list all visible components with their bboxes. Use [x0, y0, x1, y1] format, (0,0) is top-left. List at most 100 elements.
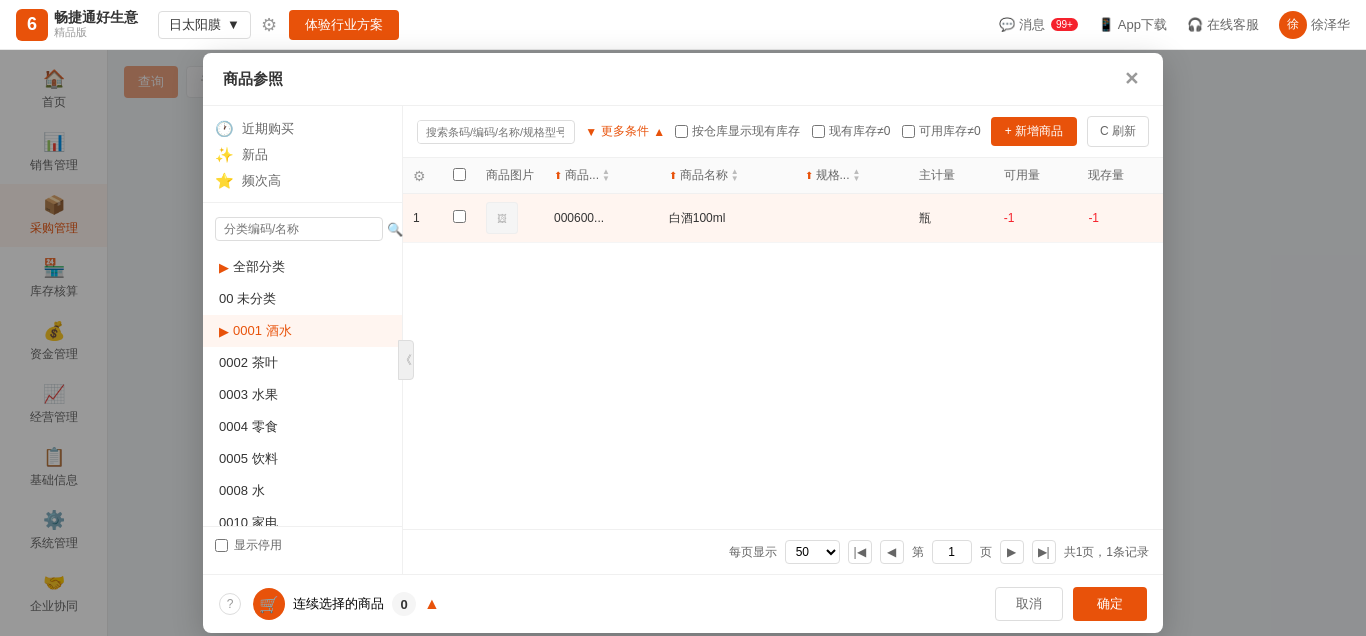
message-badge: 99+ [1051, 18, 1078, 31]
check-warehouse[interactable]: 按仓库显示现有库存 [675, 123, 800, 140]
add-product-btn[interactable]: + 新增商品 [991, 117, 1077, 146]
cell-code: 000600... [544, 194, 659, 243]
help-icon[interactable]: ? [219, 593, 241, 615]
product-image: 🖼 [486, 202, 518, 234]
warehouse-label: 按仓库显示现有库存 [692, 123, 800, 140]
warehouse-checkbox[interactable] [675, 125, 688, 138]
pagination-bar: 每页显示 50 100 200 |◀ ◀ 第 页 ▶ [403, 529, 1163, 574]
th-stock: 现存量 [1078, 158, 1163, 194]
page-last-btn[interactable]: ▶| [1032, 540, 1056, 564]
check-available[interactable]: 现有库存≠0 [812, 123, 890, 140]
star-icon: ⭐ [215, 172, 234, 190]
sort-arrow-code: ⬆ [554, 170, 562, 181]
tree-item-appliance[interactable]: 0010 家电 [203, 507, 402, 526]
left-panel: 🕐 近期购买 ✨ 新品 ⭐ 频次高 [203, 106, 403, 574]
sort-arrow-name: ⬆ [669, 170, 677, 181]
tree-item-liquor[interactable]: ▶ 0001 酒水 [203, 315, 402, 347]
page-prev-btn[interactable]: ◀ [880, 540, 904, 564]
select-all-checkbox[interactable] [453, 168, 466, 181]
th-available: 可用量 [994, 158, 1079, 194]
more-filter-label: 更多条件 [601, 123, 649, 140]
collapse-cart-btn[interactable]: ▲ [424, 595, 440, 613]
username: 徐泽华 [1311, 16, 1350, 34]
message-icon: 💬 [999, 17, 1015, 32]
per-page-label: 每页显示 [729, 544, 777, 561]
nav-app-download[interactable]: 📱 App下载 [1098, 16, 1167, 34]
product-table-wrap: ⚙ 商品图片 [403, 158, 1163, 529]
cell-name: 白酒100ml [659, 194, 795, 243]
check-usable[interactable]: 可用库存≠0 [902, 123, 980, 140]
tree-item-uncat[interactable]: 00 未分类 [203, 283, 402, 315]
store-dropdown-icon: ▼ [227, 17, 240, 32]
per-page-select[interactable]: 50 100 200 [785, 540, 840, 564]
tree-label-fruit: 0003 水果 [219, 386, 278, 404]
show-disabled-checkbox[interactable] [215, 539, 228, 552]
modal-close-btn[interactable]: ✕ [1119, 67, 1143, 91]
usable-checkbox[interactable] [902, 125, 915, 138]
category-search-row: 🔍 [203, 211, 402, 247]
experience-btn[interactable]: 体验行业方案 [289, 10, 399, 40]
quick-filter-new-label: 新品 [242, 146, 268, 164]
page-number-input[interactable] [932, 540, 972, 564]
panel-collapse-btn[interactable]: 《 [398, 340, 414, 380]
refresh-btn[interactable]: C 刷新 [1087, 116, 1149, 147]
quick-filter-recent[interactable]: 🕐 近期购买 [203, 116, 402, 142]
modal-body: 🕐 近期购买 ✨ 新品 ⭐ 频次高 [203, 106, 1163, 574]
th-spec-label: 规格... [816, 167, 850, 184]
tree-item-tea[interactable]: 0002 茶叶 [203, 347, 402, 379]
tree-label-tea: 0002 茶叶 [219, 354, 278, 372]
category-search-icon[interactable]: 🔍 [387, 222, 403, 237]
nav-messages[interactable]: 💬 消息 99+ [999, 16, 1078, 34]
product-search-btn[interactable]: 🔍 [572, 124, 575, 140]
tree-item-drinks[interactable]: 0005 饮料 [203, 443, 402, 475]
page-first-btn[interactable]: |◀ [848, 540, 872, 564]
tree-item-fruit[interactable]: 0003 水果 [203, 379, 402, 411]
tree-arrow-all: ▶ [219, 260, 229, 275]
brand-edition: 精品版 [54, 25, 138, 40]
product-search-wrap: 🔍 [417, 120, 575, 144]
table-row[interactable]: 1 🖼 000600... 白酒100ml [403, 194, 1163, 243]
th-name: ⬆ 商品名称 ▲▼ [659, 158, 795, 194]
cell-no: 1 [403, 194, 443, 243]
row-checkbox[interactable] [453, 210, 466, 223]
nav-service[interactable]: 🎧 在线客服 [1187, 16, 1259, 34]
cart-count: 0 [392, 592, 416, 616]
tree-item-water[interactable]: 0008 水 [203, 475, 402, 507]
available-checkbox[interactable] [812, 125, 825, 138]
message-label: 消息 [1019, 16, 1045, 34]
cart-section: 🛒 连续选择的商品 0 ▲ [253, 588, 983, 620]
gear-settings-icon[interactable]: ⚙ [413, 168, 426, 184]
more-filter-btn[interactable]: ▼ 更多条件 ▲ [585, 123, 665, 140]
cancel-btn[interactable]: 取消 [995, 587, 1063, 621]
filter-icon: ▼ [585, 125, 597, 139]
tree-item-snack[interactable]: 0004 零食 [203, 411, 402, 443]
th-spec: ⬆ 规格... ▲▼ [795, 158, 910, 194]
filter-checks: 按仓库显示现有库存 现有库存≠0 可用库存≠0 [675, 123, 981, 140]
th-img: 商品图片 [476, 158, 544, 194]
cell-checkbox [443, 194, 476, 243]
confirm-btn[interactable]: 确定 [1073, 587, 1147, 621]
usable-label: 可用库存≠0 [919, 123, 980, 140]
page-next-btn[interactable]: ▶ [1000, 540, 1024, 564]
cell-available: -1 [994, 194, 1079, 243]
table-header: ⚙ 商品图片 [403, 158, 1163, 194]
page-label: 第 [912, 544, 924, 561]
quick-filter-frequent[interactable]: ⭐ 频次高 [203, 168, 402, 194]
brand-info: 畅捷通好生意 精品版 [54, 9, 138, 41]
product-search-input[interactable] [418, 121, 572, 143]
th-unit: 主计量 [909, 158, 994, 194]
tree-label-snack: 0004 零食 [219, 418, 278, 436]
page-label-end: 页 [980, 544, 992, 561]
gear-icon[interactable]: ⚙ [261, 14, 277, 36]
tree-label-water: 0008 水 [219, 482, 265, 500]
quick-filter-new[interactable]: ✨ 新品 [203, 142, 402, 168]
table-body: 1 🖼 000600... 白酒100ml [403, 194, 1163, 243]
category-search-input[interactable] [215, 217, 383, 241]
user-info[interactable]: 徐 徐泽华 [1279, 11, 1350, 39]
tree-item-all[interactable]: ▶ 全部分类 [203, 251, 402, 283]
panel-footer: 显示停用 [203, 526, 402, 564]
logo-area: 6 畅捷通好生意 精品版 [16, 9, 138, 41]
cart-label: 连续选择的商品 [293, 595, 384, 613]
show-disabled-label[interactable]: 显示停用 [215, 537, 390, 554]
store-selector[interactable]: 日太阳膜 ▼ [158, 11, 251, 39]
